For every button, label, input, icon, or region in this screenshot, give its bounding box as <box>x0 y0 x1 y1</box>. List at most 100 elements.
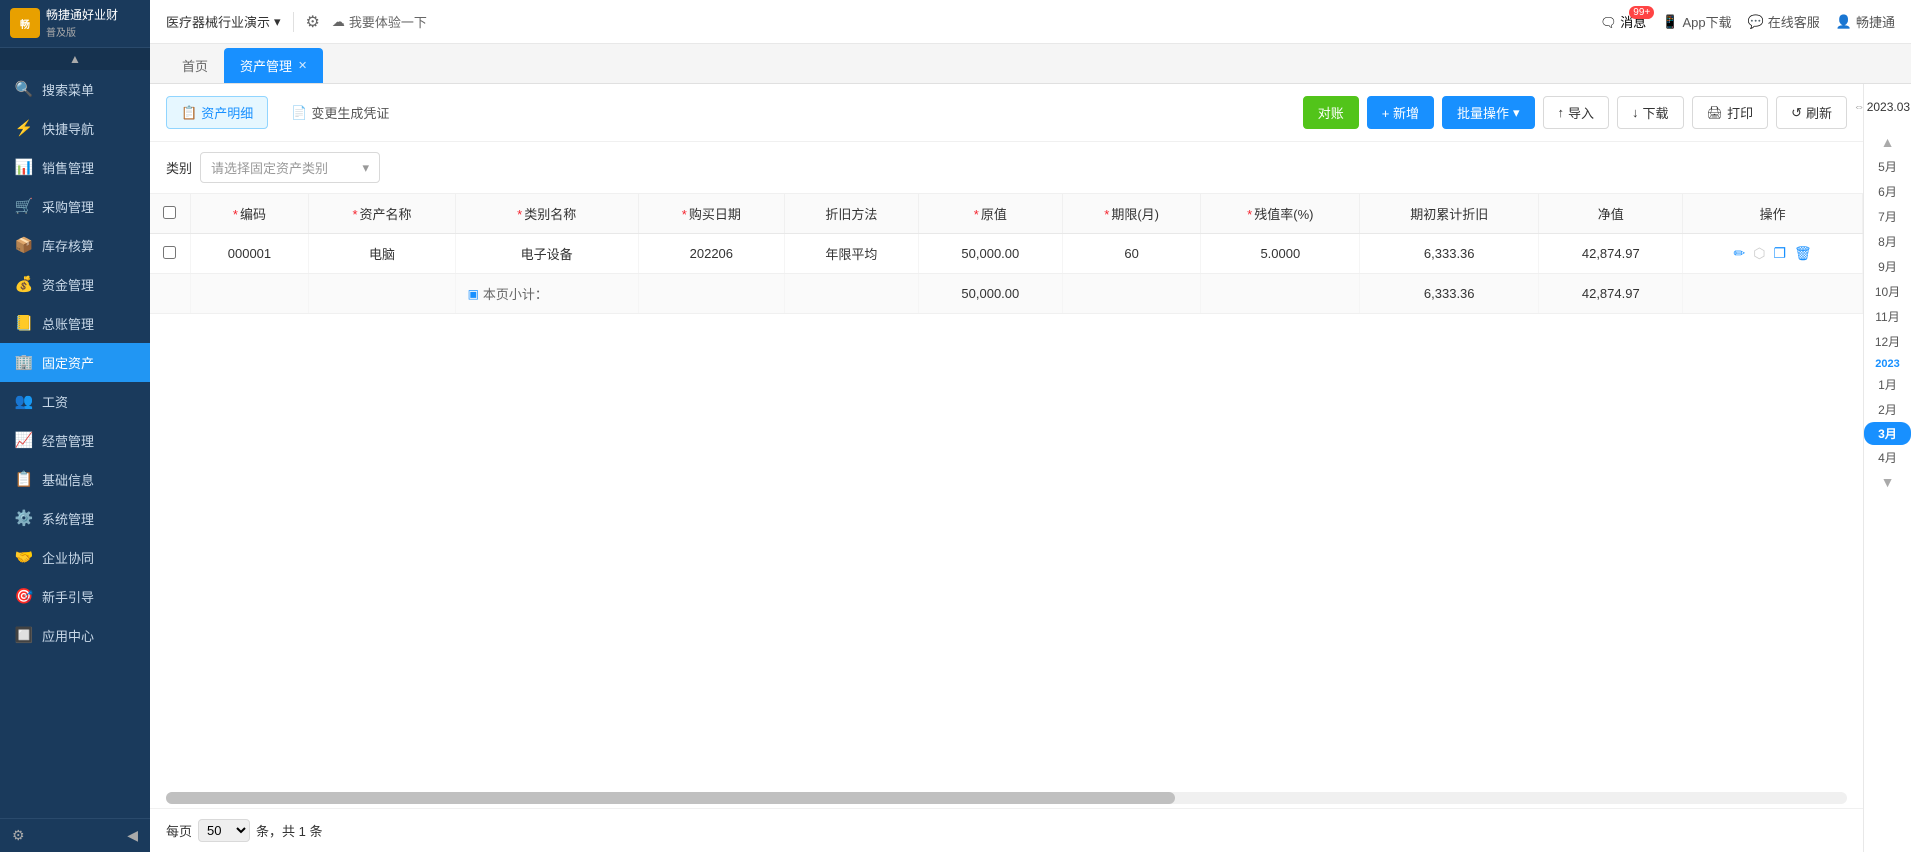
panel-expand-icon[interactable]: ⇔ <box>1854 101 1865 113</box>
sidebar-item-funds[interactable]: 💰 资金管理 <box>0 265 150 304</box>
online-service-button[interactable]: 💬 在线客服 <box>1748 12 1820 31</box>
sidebar-scroll-up[interactable]: ▲ <box>0 48 150 70</box>
category-select[interactable]: 请选择固定资产类别 ▾ <box>200 152 380 183</box>
sub-tab-change-voucher[interactable]: 📄 变更生成凭证 <box>276 96 404 129</box>
new-button[interactable]: + 新增 <box>1367 96 1434 129</box>
sidebar-item-quick-nav[interactable]: ⚡ 快捷导航 <box>0 109 150 148</box>
timeline-month-9[interactable]: 9月 <box>1864 254 1911 279</box>
per-page-select[interactable]: 50 10 20 100 <box>198 819 250 842</box>
subtotal-initial-depreciation: 6,333.36 <box>1360 274 1539 314</box>
timeline-month-8[interactable]: 8月 <box>1864 229 1911 254</box>
th-checkbox <box>150 194 190 234</box>
sidebar-item-ledger[interactable]: 📒 总账管理 <box>0 304 150 343</box>
feedback-button[interactable]: ☁ 我要体验一下 <box>332 12 427 31</box>
subtotal-net-value: 42,874.97 <box>1539 274 1683 314</box>
basic-info-icon: 📋 <box>14 470 34 488</box>
copy-icon[interactable]: ⬡ <box>1753 245 1765 262</box>
timeline-down-nav[interactable]: ▼ <box>1877 470 1899 494</box>
row-original-value: 50,000.00 <box>918 234 1062 274</box>
tab-close-icon[interactable]: ✕ <box>298 59 307 72</box>
sidebar-item-app-center[interactable]: 🔲 应用中心 <box>0 616 150 655</box>
sidebar-item-label: 搜索菜单 <box>42 80 94 99</box>
sidebar-item-system[interactable]: ⚙️ 系统管理 <box>0 499 150 538</box>
operations-icon: 📈 <box>14 431 34 449</box>
company-name: 医疗器械行业演示 <box>166 12 270 31</box>
table-header-row: *编码 *资产名称 *类别名称 *购买日期 折旧方法 *原值 *期限(月) *残… <box>150 194 1863 234</box>
row-purchase-date: 202206 <box>638 234 784 274</box>
sidebar-item-inventory[interactable]: 📦 库存核算 <box>0 226 150 265</box>
timeline-month-6[interactable]: 6月 <box>1864 179 1911 204</box>
payroll-icon: 👥 <box>14 392 34 410</box>
logo-icon: 畅 <box>10 8 40 38</box>
sub-tab-asset-detail[interactable]: 📋 资产明细 <box>166 96 268 129</box>
edit-icon[interactable]: ✏ <box>1733 245 1745 262</box>
sidebar-item-purchase[interactable]: 🛒 采购管理 <box>0 187 150 226</box>
sidebar-item-basic-info[interactable]: 📋 基础信息 <box>0 460 150 499</box>
tab-asset-mgmt[interactable]: 资产管理 ✕ <box>224 48 323 83</box>
timeline-month-3-current[interactable]: 3月 <box>1864 422 1911 445</box>
print-button[interactable]: 🖨 打印 <box>1692 96 1769 129</box>
refresh-button[interactable]: ↺ 刷新 <box>1776 96 1847 129</box>
tab-home[interactable]: 首页 <box>166 48 224 83</box>
category-placeholder: 请选择固定资产类别 <box>211 158 328 177</box>
import-button[interactable]: ↑ 导入 <box>1543 96 1610 129</box>
row-period: 60 <box>1062 234 1201 274</box>
sidebar-item-enterprise[interactable]: 🤝 企业协同 <box>0 538 150 577</box>
category-label: 类别 <box>166 158 192 177</box>
download-button[interactable]: ↓ 下载 <box>1617 96 1684 129</box>
user-profile[interactable]: 👤 畅捷通 <box>1836 12 1895 31</box>
enterprise-icon: 🤝 <box>14 548 34 566</box>
sidebar-item-guide[interactable]: 🎯 新手引导 <box>0 577 150 616</box>
timeline-month-4[interactable]: 4月 <box>1864 445 1911 470</box>
sidebar-item-label: 经营管理 <box>42 431 94 450</box>
ledger-icon: 📒 <box>14 314 34 332</box>
logo-text-wrap: 畅捷通好业财 普及版 <box>46 8 118 39</box>
collapse-icon[interactable]: ◀ <box>127 827 138 844</box>
th-actions: 操作 <box>1683 194 1863 234</box>
row-name: 电脑 <box>309 234 455 274</box>
timeline-month-2[interactable]: 2月 <box>1864 397 1911 422</box>
messages-button[interactable]: 🗨 消息 99+ <box>1600 12 1646 31</box>
timeline-month-1[interactable]: 1月 <box>1864 372 1911 397</box>
message-icon: 🗨 <box>1600 15 1617 30</box>
timeline-month-5[interactable]: 5月 <box>1864 154 1911 179</box>
search-icon: 🔍 <box>14 80 34 98</box>
guide-icon: 🎯 <box>14 587 34 605</box>
sidebar-logo: 畅 畅捷通好业财 普及版 <box>0 0 150 48</box>
settings-icon[interactable]: ⚙ <box>12 827 25 844</box>
timeline-month-11[interactable]: 11月 <box>1864 304 1911 329</box>
timeline-month-10[interactable]: 10月 <box>1864 279 1911 304</box>
sidebar-item-payroll[interactable]: 👥 工资 <box>0 382 150 421</box>
company-selector[interactable]: 医疗器械行业演示 ▾ <box>166 12 281 31</box>
quick-nav-icon: ⚡ <box>14 119 34 137</box>
sidebar-item-search[interactable]: 🔍 搜索菜单 <box>0 70 150 109</box>
timeline-month-7[interactable]: 7月 <box>1864 204 1911 229</box>
batch-button[interactable]: 批量操作 ▾ <box>1442 96 1535 129</box>
sidebar-item-sales[interactable]: 📊 销售管理 <box>0 148 150 187</box>
asset-table: *编码 *资产名称 *类别名称 *购买日期 折旧方法 *原值 *期限(月) *残… <box>150 194 1863 314</box>
app-download-button[interactable]: 📱 App下载 <box>1662 12 1731 31</box>
system-icon: ⚙️ <box>14 509 34 527</box>
select-all-checkbox[interactable] <box>163 206 176 219</box>
reconcile-button[interactable]: 对账 <box>1303 96 1359 129</box>
delete-icon[interactable]: 🗑 <box>1794 245 1812 262</box>
subtotal-row: ▣ 本页小计： 50,000.00 6,333.36 42,874.97 <box>150 274 1863 314</box>
sidebar-item-operations[interactable]: 📈 经营管理 <box>0 421 150 460</box>
row-checkbox[interactable] <box>163 246 176 259</box>
funds-icon: 💰 <box>14 275 34 293</box>
service-icon: 💬 <box>1748 14 1764 30</box>
per-page-label: 每页 <box>166 821 192 840</box>
content-toolbar: 📋 资产明细 📄 变更生成凭证 对账 + 新增 批量操作 <box>150 84 1863 142</box>
timeline-month-12[interactable]: 12月 <box>1864 329 1911 354</box>
settings-button[interactable]: ⚙ <box>306 12 320 32</box>
timeline: ▲ 5月 6月 7月 8月 9月 10月 11月 12月 2023 1月 2月 … <box>1864 130 1911 494</box>
refresh-label: 刷新 <box>1806 103 1832 122</box>
sidebar-item-label: 库存核算 <box>42 236 94 255</box>
action-icons-group: ✏ ⬡ ❐ 🗑 <box>1695 245 1850 262</box>
th-depreciation-method: 折旧方法 <box>784 194 918 234</box>
row-depreciation-method: 年限平均 <box>784 234 918 274</box>
sidebar-item-fixed-assets[interactable]: 🏢 固定资产 <box>0 343 150 382</box>
table-scrollbar[interactable] <box>166 792 1847 804</box>
timeline-up-nav[interactable]: ▲ <box>1877 130 1899 154</box>
duplicate-icon[interactable]: ❐ <box>1773 245 1786 262</box>
